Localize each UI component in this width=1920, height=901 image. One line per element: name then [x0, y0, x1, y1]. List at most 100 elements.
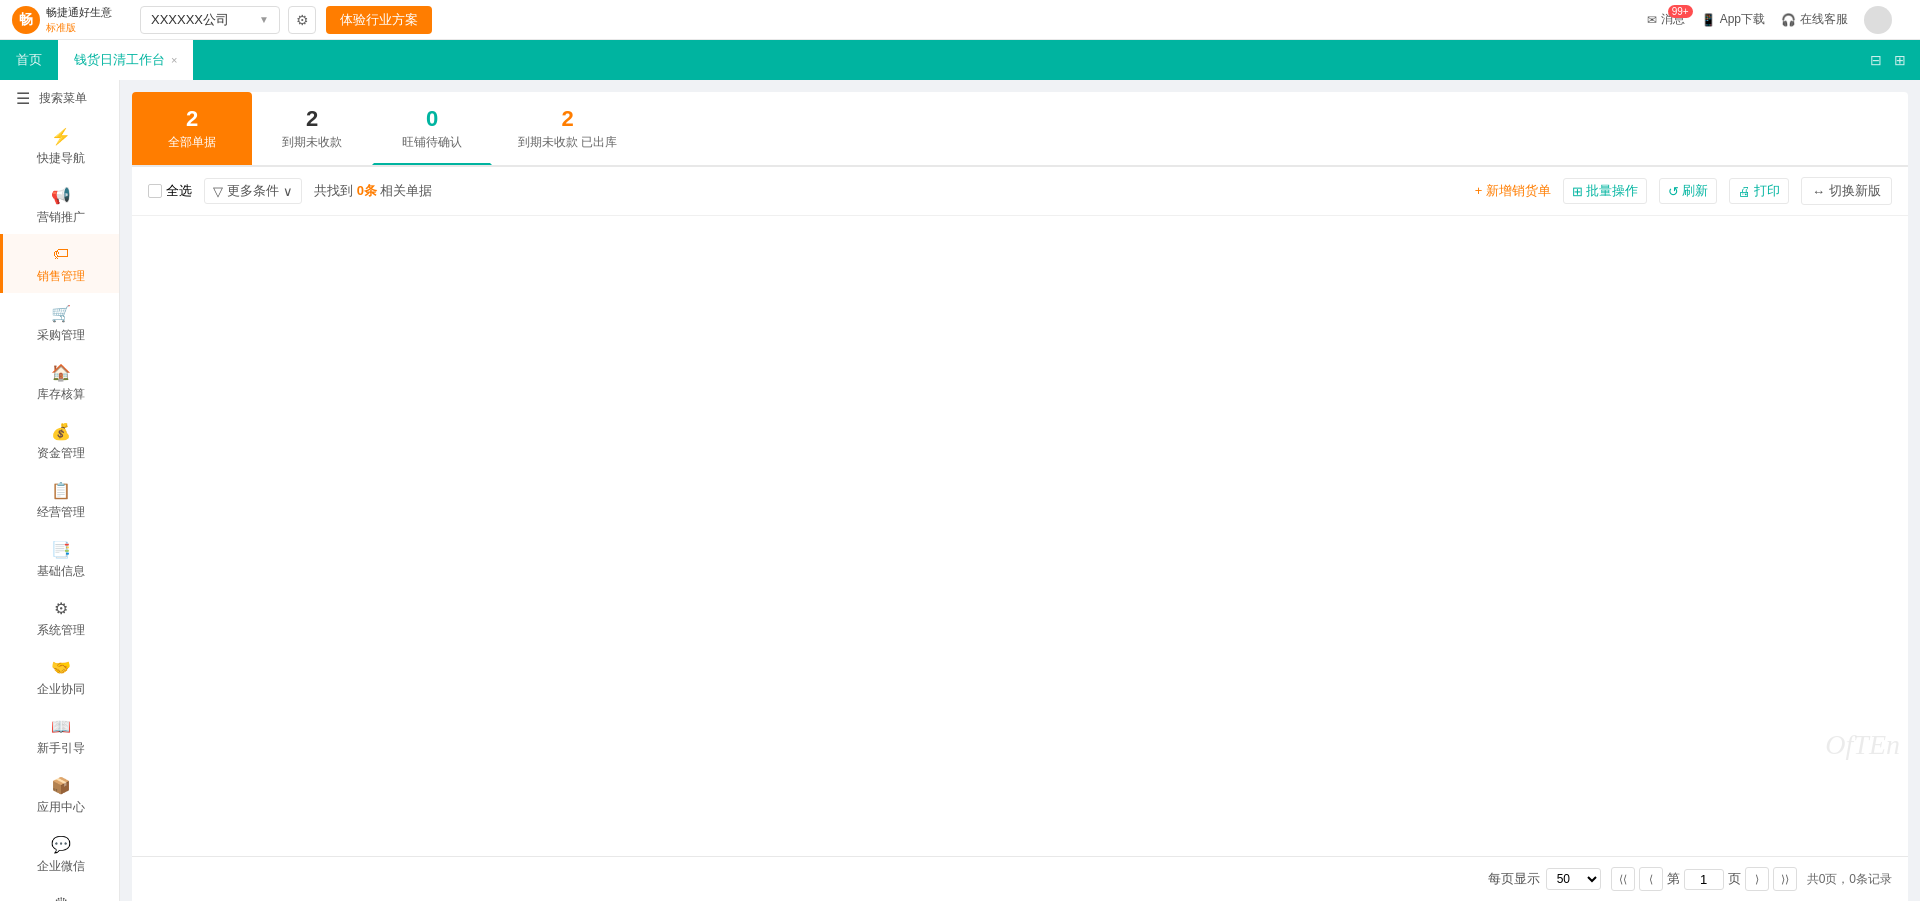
- sidebar-item-app-center[interactable]: 📦 应用中心: [0, 765, 119, 824]
- found-count: 0条: [357, 183, 377, 198]
- stat-tab-shipped[interactable]: 2 到期未收款 已出库: [492, 92, 643, 165]
- tab-actions: ⊟ ⊞: [1864, 52, 1920, 68]
- sidebar-item-marketing[interactable]: 📢 营销推广: [0, 175, 119, 234]
- top-header: 畅 畅捷通好生意 标准版 XXXXXX公司 ▼ ⚙ 体验行业方案 ✉ 消息 99…: [0, 0, 1920, 40]
- house-icon: 🏠: [51, 362, 71, 382]
- batch-operation-button[interactable]: ⊞ 批量操作: [1563, 178, 1647, 204]
- first-page-button[interactable]: ⟨⟨: [1611, 867, 1635, 891]
- stat-tab-pending[interactable]: 0 旺铺待确认: [372, 92, 492, 165]
- sidebar-item-guide[interactable]: 📖 新手引导: [0, 706, 119, 765]
- toolbar: 全选 ▽ 更多条件 ∨ 共找到 0条 相关单据 + 新增销货单 ⊞ 批量操作 ↺: [132, 166, 1908, 216]
- sidebar-item-quick-nav[interactable]: ⚡ 快捷导航: [0, 116, 119, 175]
- filter-icon: ▽: [213, 184, 223, 199]
- main-layout: ☰ 搜索菜单 ⚡ 快捷导航 📢 营销推广 🏷 销售管理 🛒 采购管理 🏠 库存核…: [0, 80, 1920, 901]
- sidebar-item-search-menu[interactable]: ☰ 搜索菜单: [0, 80, 119, 116]
- stat-label-shipped: 到期未收款 已出库: [518, 134, 617, 151]
- stats-tabs: 2 全部单据 2 到期未收款 0 旺铺待确认 2 到期未收款 已出库: [132, 92, 1908, 166]
- settings-icon: ⚙: [51, 598, 71, 618]
- trial-button[interactable]: 体验行业方案: [326, 6, 432, 34]
- money-icon: 💰: [51, 421, 71, 441]
- table-area: [132, 216, 1908, 856]
- stat-label-all: 全部单据: [158, 134, 226, 151]
- company-name: XXXXXX公司: [151, 11, 253, 29]
- stat-num-pending: 0: [398, 106, 466, 132]
- sidebar-item-inventory[interactable]: 🏠 库存核算: [0, 352, 119, 411]
- page-size-selector[interactable]: 每页显示 50 20 100: [1488, 868, 1601, 890]
- select-all-checkbox[interactable]: [148, 184, 162, 198]
- sidebar-item-operation[interactable]: 📋 经营管理: [0, 470, 119, 529]
- settings-button[interactable]: ⚙: [288, 6, 316, 34]
- stat-num-shipped: 2: [518, 106, 617, 132]
- tab-close-icon[interactable]: ×: [171, 54, 177, 66]
- found-text: 共找到 0条 相关单据: [314, 182, 432, 200]
- nav-tabs: 首页 钱货日清工作台 × ⊟ ⊞: [0, 40, 1920, 80]
- select-all-area[interactable]: 全选: [148, 182, 192, 200]
- stat-tab-overdue[interactable]: 2 到期未收款: [252, 92, 372, 165]
- switch-version-button[interactable]: ↔ 切换新版: [1801, 177, 1892, 205]
- tab-home[interactable]: 首页: [0, 40, 58, 80]
- search-icon: ☰: [13, 88, 33, 108]
- chevron-down-icon: ▼: [259, 14, 269, 25]
- tag-icon: 🏷: [51, 244, 71, 264]
- tab-active[interactable]: 钱货日清工作台 ×: [58, 40, 193, 80]
- toolbar-right: + 新增销货单 ⊞ 批量操作 ↺ 刷新 🖨 打印 ↔ 切换新版: [1475, 177, 1892, 205]
- document-icon: 📑: [51, 539, 71, 559]
- stat-label-overdue: 到期未收款: [278, 134, 346, 151]
- page-nav: ⟨⟨ ⟨ 第 页 ⟩ ⟩⟩: [1611, 867, 1797, 891]
- chat-icon: 💬: [51, 834, 71, 854]
- last-page-button[interactable]: ⟩⟩: [1773, 867, 1797, 891]
- stat-tab-all[interactable]: 2 全部单据: [132, 92, 252, 165]
- clipboard-icon: 📋: [51, 480, 71, 500]
- filter-button[interactable]: ▽ 更多条件 ∨: [204, 178, 302, 204]
- message-button[interactable]: ✉ 消息 99+: [1647, 11, 1685, 28]
- logo-icon: 畅: [12, 6, 40, 34]
- book-icon: 📖: [51, 716, 71, 736]
- stat-num-all: 2: [158, 106, 226, 132]
- message-icon: ✉: [1647, 13, 1657, 27]
- sidebar-item-basic-info[interactable]: 📑 基础信息: [0, 529, 119, 588]
- next-page-button[interactable]: ⟩: [1745, 867, 1769, 891]
- tab-minimize-icon[interactable]: ⊟: [1864, 52, 1888, 68]
- sidebar-item-wechat[interactable]: 💬 企业微信: [0, 824, 119, 883]
- select-all-label: 全选: [166, 182, 192, 200]
- message-badge: 99+: [1668, 5, 1693, 18]
- add-sales-order-button[interactable]: + 新增销货单: [1475, 182, 1551, 200]
- headset-icon: 🎧: [1781, 13, 1796, 27]
- stat-num-overdue: 2: [278, 106, 346, 132]
- stat-label-pending: 旺铺待确认: [398, 134, 466, 151]
- online-service-button[interactable]: 🎧 在线客服: [1781, 11, 1848, 28]
- refresh-icon: ↺: [1668, 184, 1679, 199]
- refresh-button[interactable]: ↺ 刷新: [1659, 178, 1717, 204]
- phone-icon: 📱: [1701, 13, 1716, 27]
- handshake-icon: 🤝: [51, 657, 71, 677]
- prev-page-button[interactable]: ⟨: [1639, 867, 1663, 891]
- pagination: 每页显示 50 20 100 ⟨⟨ ⟨ 第 页 ⟩ ⟩⟩ 共0页，0条记录: [132, 856, 1908, 901]
- sidebar-item-finance[interactable]: 💰 资金管理: [0, 411, 119, 470]
- box-icon: 📦: [51, 775, 71, 795]
- sidebar: ☰ 搜索菜单 ⚡ 快捷导航 📢 营销推广 🏷 销售管理 🛒 采购管理 🏠 库存核…: [0, 80, 120, 901]
- avatar[interactable]: [1864, 6, 1892, 34]
- header-right: ✉ 消息 99+ 📱 App下载 🎧 在线客服: [1647, 6, 1908, 34]
- logo-area: 畅 畅捷通好生意 标准版: [12, 5, 132, 34]
- page-number-input[interactable]: [1684, 869, 1724, 890]
- sidebar-item-sales[interactable]: 🏷 销售管理: [0, 234, 119, 293]
- cart-icon: 🛒: [51, 303, 71, 323]
- sidebar-item-purchase[interactable]: 🛒 采购管理: [0, 293, 119, 352]
- print-button[interactable]: 🖨 打印: [1729, 178, 1789, 204]
- filter-dropdown-icon: ∨: [283, 184, 293, 199]
- page-size-select-input[interactable]: 50 20 100: [1546, 868, 1601, 890]
- switch-icon: ↔: [1812, 184, 1825, 199]
- company-selector[interactable]: XXXXXX公司 ▼: [140, 6, 280, 34]
- print-icon: 🖨: [1738, 184, 1751, 199]
- sidebar-item-cooperation[interactable]: 🤝 企业协同: [0, 647, 119, 706]
- crown-icon: ♛: [51, 893, 71, 901]
- megaphone-icon: 📢: [51, 185, 71, 205]
- lightning-icon: ⚡: [51, 126, 71, 146]
- sidebar-item-system[interactable]: ⚙ 系统管理: [0, 588, 119, 647]
- app-download-button[interactable]: 📱 App下载: [1701, 11, 1765, 28]
- sidebar-item-member[interactable]: ♛ 畅会员: [0, 883, 119, 901]
- logo-text: 畅捷通好生意 标准版: [46, 5, 112, 34]
- page-input-area: 第 页: [1667, 869, 1741, 890]
- tab-maximize-icon[interactable]: ⊞: [1888, 52, 1912, 68]
- batch-icon: ⊞: [1572, 184, 1583, 199]
